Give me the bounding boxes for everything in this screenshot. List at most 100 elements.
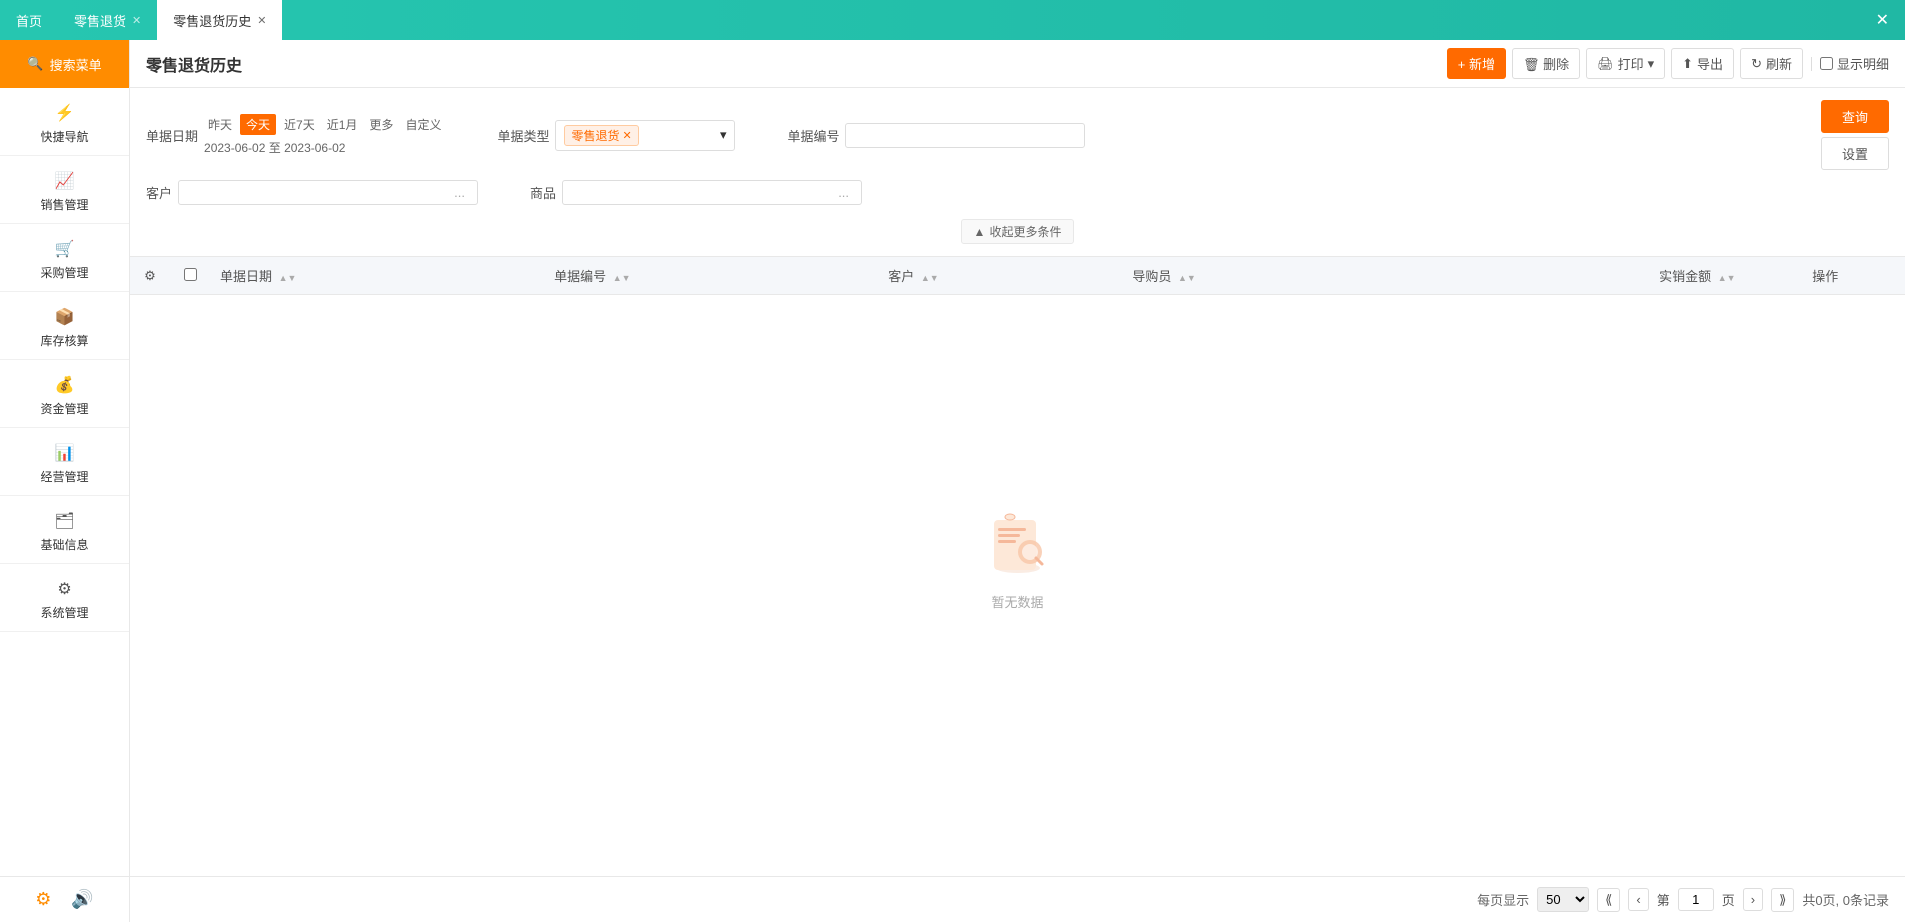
sidebar-search-label: 搜索菜单 (50, 55, 102, 74)
page-input[interactable] (1678, 888, 1714, 911)
basic-info-icon: 🗂 (54, 510, 76, 532)
date-yesterday[interactable]: 昨天 (204, 114, 236, 135)
th-customer: 客户 ▲▼ (878, 257, 1122, 295)
sales-icon: 📈 (54, 170, 76, 192)
header-divider (1811, 57, 1812, 71)
query-button[interactable]: 查询 (1821, 100, 1889, 133)
operations-icon: 📊 (54, 442, 76, 464)
delete-button[interactable]: 🗑 删除 (1512, 48, 1580, 79)
system-icon: ⚙ (54, 578, 76, 600)
customer-input[interactable]: ... (178, 180, 478, 205)
setting-button[interactable]: 设置 (1821, 137, 1889, 170)
voucher-input[interactable] (845, 123, 1085, 148)
type-tag-close[interactable]: ✕ (622, 129, 631, 142)
display-detail-checkbox[interactable] (1820, 57, 1833, 70)
tab-retail-return-close[interactable]: ✕ (132, 14, 141, 27)
refresh-button[interactable]: ↻ 刷新 (1740, 48, 1803, 79)
first-page-button[interactable]: ⟪ (1597, 888, 1620, 912)
goods-input[interactable]: ... (562, 180, 862, 205)
tab-retail-return-history[interactable]: 零售退货历史 ✕ (157, 0, 282, 40)
voucher-label: 单据编号 (787, 126, 839, 145)
select-all-checkbox[interactable] (184, 268, 197, 281)
no-sort-icon[interactable]: ▲▼ (613, 273, 631, 283)
main-layout: 🔍 搜索菜单 ⚡ 快捷导航 📈 销售管理 🛒 采购管理 📦 库存核算 💰 (0, 40, 1905, 922)
display-detail-label[interactable]: 显示明细 (1820, 54, 1889, 73)
export-icon: ⬆ (1682, 56, 1693, 72)
goods-label: 商品 (530, 183, 556, 202)
th-date: 单据日期 ▲▼ (210, 257, 544, 295)
per-page-label: 每页显示 (1477, 890, 1529, 909)
window-close-button[interactable]: ✕ (1860, 10, 1905, 30)
sidebar: 🔍 搜索菜单 ⚡ 快捷导航 📈 销售管理 🛒 采购管理 📦 库存核算 💰 (0, 40, 130, 922)
tab-retail-return[interactable]: 零售退货 ✕ (58, 0, 157, 40)
tab-retail-return-history-close[interactable]: ✕ (257, 14, 266, 27)
new-button[interactable]: + 新增 (1447, 48, 1506, 79)
collapse-icon: ▲ (974, 225, 986, 239)
filter-area: 单据日期 昨天 今天 近7天 近1月 更多 自定义 2023-06-02 至 2… (130, 88, 1905, 257)
date-sort-icon[interactable]: ▲▼ (279, 273, 297, 283)
sidebar-footer: ⚙ 🔊 (0, 876, 129, 922)
per-page-select[interactable]: 50 10 20 100 (1537, 887, 1589, 912)
top-bar: 首页 零售退货 ✕ 零售退货历史 ✕ ✕ (0, 0, 1905, 40)
amount-sort-icon[interactable]: ▲▼ (1718, 273, 1736, 283)
voucher-field: 单据编号 (787, 123, 1085, 148)
sidebar-item-inventory[interactable]: 📦 库存核算 (0, 292, 129, 360)
table-header-row: ⚙ 单据日期 ▲▼ 单据编号 ▲▼ (130, 257, 1905, 295)
guide-sort-icon[interactable]: ▲▼ (1178, 273, 1196, 283)
data-table: ⚙ 单据日期 ▲▼ 单据编号 ▲▼ (130, 257, 1905, 295)
pagination: 每页显示 50 10 20 100 ⟪ ‹ 第 页 › ⟫ 共0页, 0条记录 (130, 876, 1905, 922)
header-actions: + 新增 🗑 删除 🖨 打印 ▾ ⬆ 导出 ↻ 刷新 (1447, 48, 1889, 79)
audio-footer-icon[interactable]: 🔊 (71, 889, 93, 910)
th-no: 单据编号 ▲▼ (544, 257, 878, 295)
empty-text: 暂无数据 (991, 592, 1043, 611)
customer-label: 客户 (146, 183, 172, 202)
sidebar-item-system[interactable]: ⚙ 系统管理 (0, 564, 129, 632)
print-button[interactable]: 🖨 打印 ▾ (1586, 48, 1665, 79)
customer-sort-icon[interactable]: ▲▼ (921, 273, 939, 283)
search-icon: 🔍 (27, 56, 43, 72)
filter-row-2: 客户 ... 商品 ... (146, 180, 1889, 205)
table-area: ⚙ 单据日期 ▲▼ 单据编号 ▲▼ (130, 257, 1905, 922)
print-icon: 🖨 (1597, 56, 1614, 72)
type-select[interactable]: 零售退货 ✕ ▾ (555, 120, 735, 151)
prev-page-button[interactable]: ‹ (1628, 888, 1648, 911)
page-header: 零售退货历史 + 新增 🗑 删除 🖨 打印 ▾ ⬆ 导出 ↻ 刷新 (130, 40, 1905, 88)
tab-home[interactable]: 首页 (0, 0, 58, 40)
settings-footer-icon[interactable]: ⚙ (35, 889, 51, 910)
sidebar-search[interactable]: 🔍 搜索菜单 (0, 40, 129, 88)
sidebar-item-purchase[interactable]: 🛒 采购管理 (0, 224, 129, 292)
th-guide: 导购员 ▲▼ (1122, 257, 1411, 295)
date-custom[interactable]: 自定义 (401, 114, 445, 135)
th-settings: ⚙ (130, 257, 170, 295)
date-today[interactable]: 今天 (240, 114, 276, 135)
tab-list: 首页 零售退货 ✕ 零售退货历史 ✕ (0, 0, 1860, 40)
page-title: 零售退货历史 (146, 52, 1447, 76)
table-settings-icon[interactable]: ⚙ (144, 268, 156, 283)
inventory-icon: 📦 (54, 306, 76, 328)
collapse-row: ▲ 收起更多条件 (146, 215, 1889, 252)
empty-icon (978, 500, 1058, 580)
type-label: 单据类型 (497, 126, 549, 145)
export-button[interactable]: ⬆ 导出 (1671, 48, 1734, 79)
empty-state: 暂无数据 (130, 295, 1905, 876)
date-more[interactable]: 更多 (365, 114, 397, 135)
sidebar-item-operations[interactable]: 📊 经营管理 (0, 428, 129, 496)
collapse-button[interactable]: ▲ 收起更多条件 (961, 219, 1075, 244)
sidebar-item-quick-nav[interactable]: ⚡ 快捷导航 (0, 88, 129, 156)
date-7days[interactable]: 近7天 (280, 114, 319, 135)
date-1month[interactable]: 近1月 (323, 114, 362, 135)
last-page-button[interactable]: ⟫ (1771, 888, 1794, 912)
goods-field: 商品 ... (530, 180, 862, 205)
sidebar-item-finance[interactable]: 💰 资金管理 (0, 360, 129, 428)
purchase-icon: 🛒 (54, 238, 76, 260)
sidebar-item-sales[interactable]: 📈 销售管理 (0, 156, 129, 224)
date-col: 昨天 今天 近7天 近1月 更多 自定义 2023-06-02 至 2023-0… (204, 114, 445, 156)
page-label: 第 (1657, 890, 1670, 909)
th-actions: 操作 (1746, 257, 1905, 295)
finance-icon: 💰 (54, 374, 76, 396)
filter-row-1: 单据日期 昨天 今天 近7天 近1月 更多 自定义 2023-06-02 至 2… (146, 100, 1889, 170)
date-range: 2023-06-02 至 2023-06-02 (204, 139, 445, 156)
type-field: 单据类型 零售退货 ✕ ▾ (497, 120, 735, 151)
sidebar-item-basic-info[interactable]: 🗂 基础信息 (0, 496, 129, 564)
next-page-button[interactable]: › (1743, 888, 1763, 911)
